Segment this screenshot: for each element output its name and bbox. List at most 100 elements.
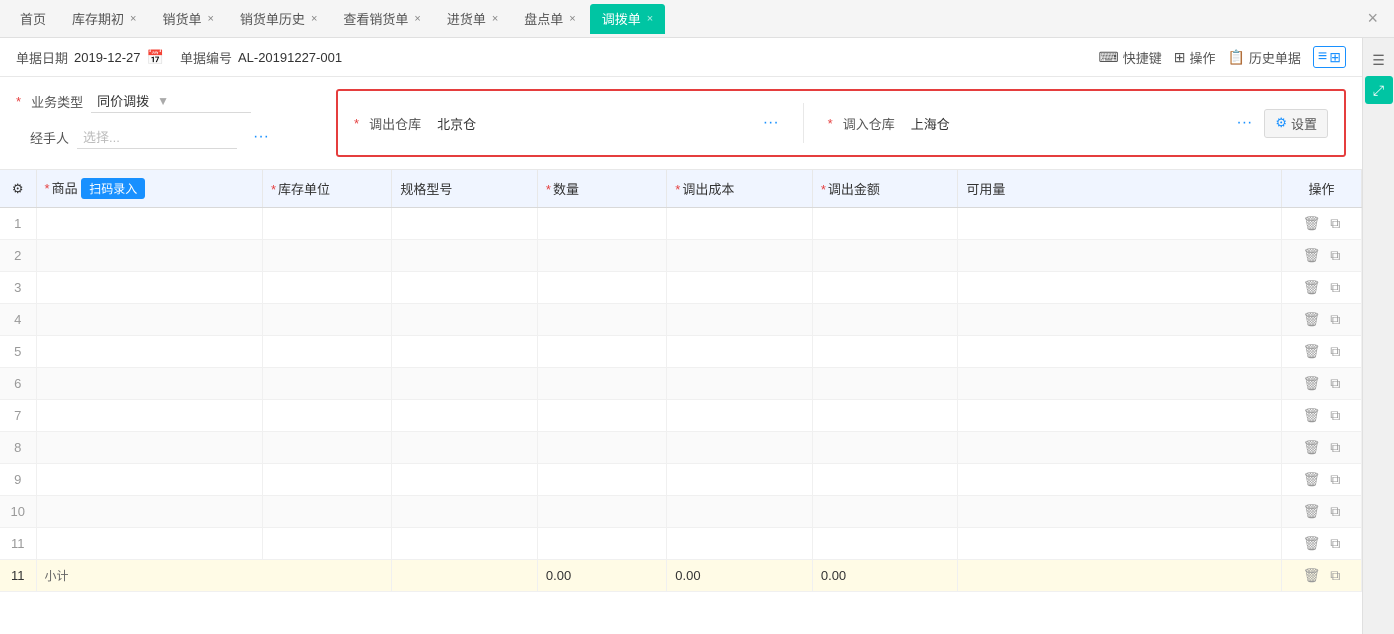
row-unit[interactable]	[262, 272, 391, 304]
row-cost[interactable]	[667, 304, 813, 336]
row-available[interactable]	[958, 400, 1282, 432]
row-available[interactable]	[958, 336, 1282, 368]
subtotal-delete-icon[interactable]: 🗑	[1303, 567, 1321, 583]
tab-sales-history[interactable]: 销货单历史×	[228, 4, 329, 34]
copy-icon[interactable]: ⧉	[1330, 247, 1340, 263]
copy-icon[interactable]: ⧉	[1330, 535, 1340, 551]
row-product[interactable]	[36, 304, 262, 336]
row-cost[interactable]	[667, 400, 813, 432]
copy-icon[interactable]: ⧉	[1330, 215, 1340, 231]
tab-purchase-order[interactable]: 进货单×	[435, 4, 510, 34]
row-spec[interactable]	[392, 464, 538, 496]
row-amount[interactable]	[812, 272, 958, 304]
copy-icon[interactable]: ⧉	[1330, 471, 1340, 487]
delete-icon[interactable]: 🗑	[1303, 471, 1321, 487]
scan-barcode-button[interactable]: 扫码录入	[81, 178, 145, 199]
row-qty[interactable]	[537, 208, 666, 240]
row-spec[interactable]	[392, 272, 538, 304]
close-all-button[interactable]: ×	[1359, 8, 1386, 29]
row-spec[interactable]	[392, 432, 538, 464]
row-product[interactable]	[36, 496, 262, 528]
tab-close-transfer-order[interactable]: ×	[647, 13, 653, 25]
row-cost[interactable]	[667, 464, 813, 496]
row-available[interactable]	[958, 464, 1282, 496]
tab-close-inventory-count[interactable]: ×	[569, 13, 575, 25]
tab-view-sales[interactable]: 查看销货单×	[331, 4, 432, 34]
row-unit[interactable]	[262, 496, 391, 528]
row-qty[interactable]	[537, 528, 666, 560]
sidebar-list-button[interactable]: ☰	[1365, 46, 1393, 74]
row-product[interactable]	[36, 208, 262, 240]
handler-dropdown[interactable]: 选择...	[77, 125, 237, 149]
row-spec[interactable]	[392, 208, 538, 240]
view-toggle[interactable]: ≡ ⊞	[1313, 46, 1346, 68]
row-amount[interactable]	[812, 528, 958, 560]
delete-icon[interactable]: 🗑	[1303, 375, 1321, 391]
row-spec[interactable]	[392, 240, 538, 272]
row-qty[interactable]	[537, 432, 666, 464]
row-spec[interactable]	[392, 528, 538, 560]
row-cost[interactable]	[667, 496, 813, 528]
row-product[interactable]	[36, 528, 262, 560]
copy-icon[interactable]: ⧉	[1330, 439, 1340, 455]
row-cost[interactable]	[667, 336, 813, 368]
row-qty[interactable]	[537, 496, 666, 528]
tab-inventory-count[interactable]: 盘点单×	[512, 4, 587, 34]
copy-icon[interactable]: ⧉	[1330, 279, 1340, 295]
row-unit[interactable]	[262, 400, 391, 432]
copy-icon[interactable]: ⧉	[1330, 375, 1340, 391]
tab-home[interactable]: 首页	[8, 4, 58, 34]
row-product[interactable]	[36, 240, 262, 272]
delete-icon[interactable]: 🗑	[1303, 407, 1321, 423]
history-button[interactable]: 📋 历史单据	[1227, 48, 1300, 67]
row-available[interactable]	[958, 240, 1282, 272]
copy-icon[interactable]: ⧉	[1330, 311, 1340, 327]
tab-close-purchase-order[interactable]: ×	[492, 13, 498, 25]
tab-close-sales-order[interactable]: ×	[207, 13, 213, 25]
tab-transfer-order[interactable]: 调拨单×	[590, 4, 665, 34]
row-unit[interactable]	[262, 304, 391, 336]
row-amount[interactable]	[812, 304, 958, 336]
row-amount[interactable]	[812, 464, 958, 496]
row-unit[interactable]	[262, 432, 391, 464]
in-warehouse-more-icon[interactable]: ···	[1236, 114, 1252, 132]
delete-icon[interactable]: 🗑	[1303, 311, 1321, 327]
row-available[interactable]	[958, 208, 1282, 240]
row-spec[interactable]	[392, 304, 538, 336]
delete-icon[interactable]: 🗑	[1303, 343, 1321, 359]
row-product[interactable]	[36, 368, 262, 400]
copy-icon[interactable]: ⧉	[1330, 343, 1340, 359]
tab-inventory-init[interactable]: 库存期初×	[60, 4, 148, 34]
tab-close-sales-history[interactable]: ×	[311, 13, 317, 25]
row-qty[interactable]	[537, 272, 666, 304]
row-qty[interactable]	[537, 464, 666, 496]
row-available[interactable]	[958, 368, 1282, 400]
row-unit[interactable]	[262, 208, 391, 240]
row-spec[interactable]	[392, 496, 538, 528]
row-available[interactable]	[958, 272, 1282, 304]
delete-icon[interactable]: 🗑	[1303, 215, 1321, 231]
row-qty[interactable]	[537, 336, 666, 368]
out-warehouse-more-icon[interactable]: ···	[763, 114, 779, 132]
row-amount[interactable]	[812, 336, 958, 368]
row-amount[interactable]	[812, 368, 958, 400]
row-unit[interactable]	[262, 528, 391, 560]
row-product[interactable]	[36, 400, 262, 432]
row-qty[interactable]	[537, 400, 666, 432]
biz-type-dropdown[interactable]: 同价调拨 ▼	[91, 89, 251, 113]
row-unit[interactable]	[262, 336, 391, 368]
tab-close-inventory-init[interactable]: ×	[130, 13, 136, 25]
row-cost[interactable]	[667, 208, 813, 240]
sidebar-expand-button[interactable]: ⤢	[1365, 76, 1393, 104]
row-spec[interactable]	[392, 368, 538, 400]
row-available[interactable]	[958, 432, 1282, 464]
row-qty[interactable]	[537, 368, 666, 400]
row-amount[interactable]	[812, 240, 958, 272]
row-cost[interactable]	[667, 240, 813, 272]
row-amount[interactable]	[812, 432, 958, 464]
row-available[interactable]	[958, 496, 1282, 528]
tab-sales-order[interactable]: 销货单×	[150, 4, 225, 34]
delete-icon[interactable]: 🗑	[1303, 535, 1321, 551]
row-cost[interactable]	[667, 432, 813, 464]
shortcut-button[interactable]: ⌨ 快捷键	[1098, 48, 1161, 67]
